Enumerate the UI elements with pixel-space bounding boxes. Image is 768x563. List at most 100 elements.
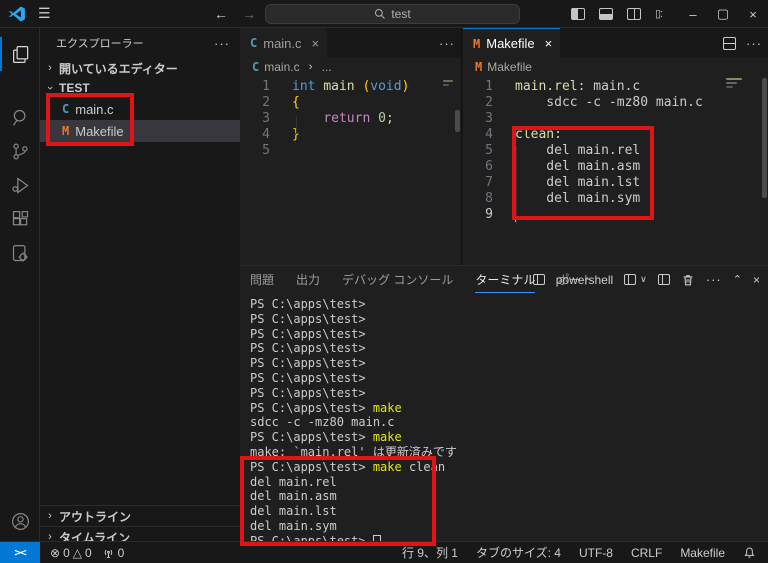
terminal-line: PS C:\apps\test> make [250,401,764,416]
minimize-button[interactable]: – [678,0,708,28]
code-line: 2 sdcc -c -mz80 main.c [463,95,768,111]
line-text: make: `main.rel' は更新済みです [250,444,457,459]
encoding[interactable]: UTF-8 [579,546,613,560]
breadcrumb-file[interactable]: main.c [264,60,299,74]
tab-label: main.c [263,35,302,51]
run-debug-icon[interactable] [0,168,40,202]
tab-problems[interactable]: 問題 [250,266,274,293]
terminal-line: sdcc -c -mz80 main.c [250,415,764,430]
language-mode[interactable]: Makefile [680,546,725,560]
more-actions-icon[interactable]: ··· [214,36,230,51]
outline-section[interactable]: › アウトライン [40,505,240,526]
code-line: 4 clean: [463,127,768,143]
editor-group-left: C main.c × ··· C main.c › ... 1 int main … [240,28,462,265]
more-actions-icon[interactable]: ··· [706,272,722,287]
close-tab-icon[interactable]: × [312,36,320,51]
terminal-output[interactable]: PS C:\apps\test> PS C:\apps\test> PS C:\ap… [250,297,764,548]
tab-terminal[interactable]: ターミナル [475,266,536,293]
split-editor-icon[interactable] [723,36,736,50]
toggle-sidebar-icon[interactable] [571,8,585,20]
terminal-line: PS C:\apps\test> [250,327,764,342]
line-text: PS C:\apps\test> make clean [250,459,446,474]
more-actions-icon[interactable]: ··· [746,36,762,51]
folder-section-test[interactable]: › TEST [40,78,240,98]
toggle-secondary-sidebar-icon[interactable] [627,8,641,20]
folder-label: TEST [59,81,90,95]
tab-debug-console[interactable]: デバッグ コンソール [342,266,453,293]
code-editor-main-c[interactable]: 1 int main (void) 2{3 return 0; 4} 5 [240,76,461,265]
close-tab-icon[interactable]: × [545,36,553,51]
search-side-icon[interactable] [0,100,40,134]
breadcrumb-more[interactable]: ... [322,60,332,74]
code-line: 4} [240,127,461,143]
new-terminal-icon[interactable] [624,274,637,285]
breadcrumb[interactable]: C main.c › ... [240,58,461,76]
menu-icon[interactable]: ☰ [38,5,51,22]
terminal-profile-label[interactable]: powershell [556,273,613,287]
code-editor-makefile[interactable]: 1 main.rel: main.c 2 sdcc -c -mz80 main.c 3… [463,76,768,265]
code-line: 2{ [240,95,461,111]
trash-icon[interactable] [681,273,695,287]
file-label: Makefile [75,123,124,139]
line-number: 1 [485,79,493,94]
indentation[interactable]: タブのサイズ: 4 [476,544,561,561]
breadcrumb[interactable]: M Makefile [463,58,768,76]
warning-count: 0 [84,545,92,560]
close-panel-icon[interactable]: × [753,273,760,287]
chevron-down-icon[interactable]: ∨ [640,274,647,285]
terminal-line: PS C:\apps\test> [250,297,764,312]
line-text: PS C:\apps\test> [250,311,366,326]
title-bar: ☰ ← → test ▯: – ▢ × [0,0,768,28]
scrollbar[interactable] [762,78,767,198]
line-text: PS C:\apps\test> [250,385,366,400]
split-terminal-icon[interactable] [657,274,670,285]
tab-main-c[interactable]: C main.c × [240,28,328,58]
status-bar: >< ⊗ 0 △ 0 0 行 9、列 1 タブのサイズ: 4 UTF-8 CRL… [0,541,768,563]
tools-icon[interactable] [0,236,40,270]
problems-status[interactable]: ⊗ 0 △ 0 [50,546,92,560]
scrollbar[interactable] [455,110,460,132]
minimap[interactable] [443,80,453,86]
bell-icon[interactable] [743,546,756,559]
source-control-icon[interactable] [0,134,40,168]
minimap[interactable] [726,78,742,88]
maximize-button[interactable]: ▢ [708,0,738,28]
code-line: 3 [463,111,768,127]
ports-radio-icon [104,549,112,558]
line-number: 2 [485,95,493,110]
remote-indicator[interactable]: >< [0,541,40,563]
ports-status[interactable]: 0 [102,545,125,560]
open-editors-section[interactable]: › 開いているエディター [40,58,240,78]
command-center-search[interactable]: test [265,4,520,24]
error-count: 0 [63,545,70,560]
file-item-makefile[interactable]: M Makefile [40,120,240,142]
file-item-main-c[interactable]: C main.c [40,98,240,120]
chevron-right-icon: › [48,510,52,522]
code-line: 3 return 0; [240,111,461,127]
cursor-position[interactable]: 行 9、列 1 [402,544,458,561]
tab-makefile[interactable]: M Makefile × [463,28,561,58]
more-actions-icon[interactable]: ··· [439,36,455,51]
extensions-icon[interactable] [0,202,40,236]
sidebar-title: エクスプローラー [56,38,144,50]
close-button[interactable]: × [738,0,768,28]
eol-sequence[interactable]: CRLF [631,546,662,560]
line-number: 2 [262,95,270,110]
ports-count: 0 [117,545,125,560]
nav-back-icon[interactable]: ← [214,6,228,22]
breadcrumb-file[interactable]: Makefile [487,60,532,74]
code-line: 6 del main.asm [463,159,768,175]
customize-layout-icon[interactable]: ▯: [655,7,671,21]
line-text: sdcc -c -mz80 main.c [515,95,703,110]
explorer-icon[interactable] [0,37,40,71]
terminal-line: PS C:\apps\test> [250,341,764,356]
c-file-icon: C [62,102,70,116]
toggle-panel-icon[interactable] [599,8,613,20]
line-text [493,111,515,127]
maximize-panel-icon[interactable]: ⌃ [733,273,742,286]
nav-forward-icon[interactable]: → [242,6,256,22]
line-text: PS C:\apps\test> [250,370,366,385]
account-icon[interactable] [0,504,40,538]
line-text: del main.rel [250,474,337,489]
tab-output[interactable]: 出力 [296,266,320,293]
